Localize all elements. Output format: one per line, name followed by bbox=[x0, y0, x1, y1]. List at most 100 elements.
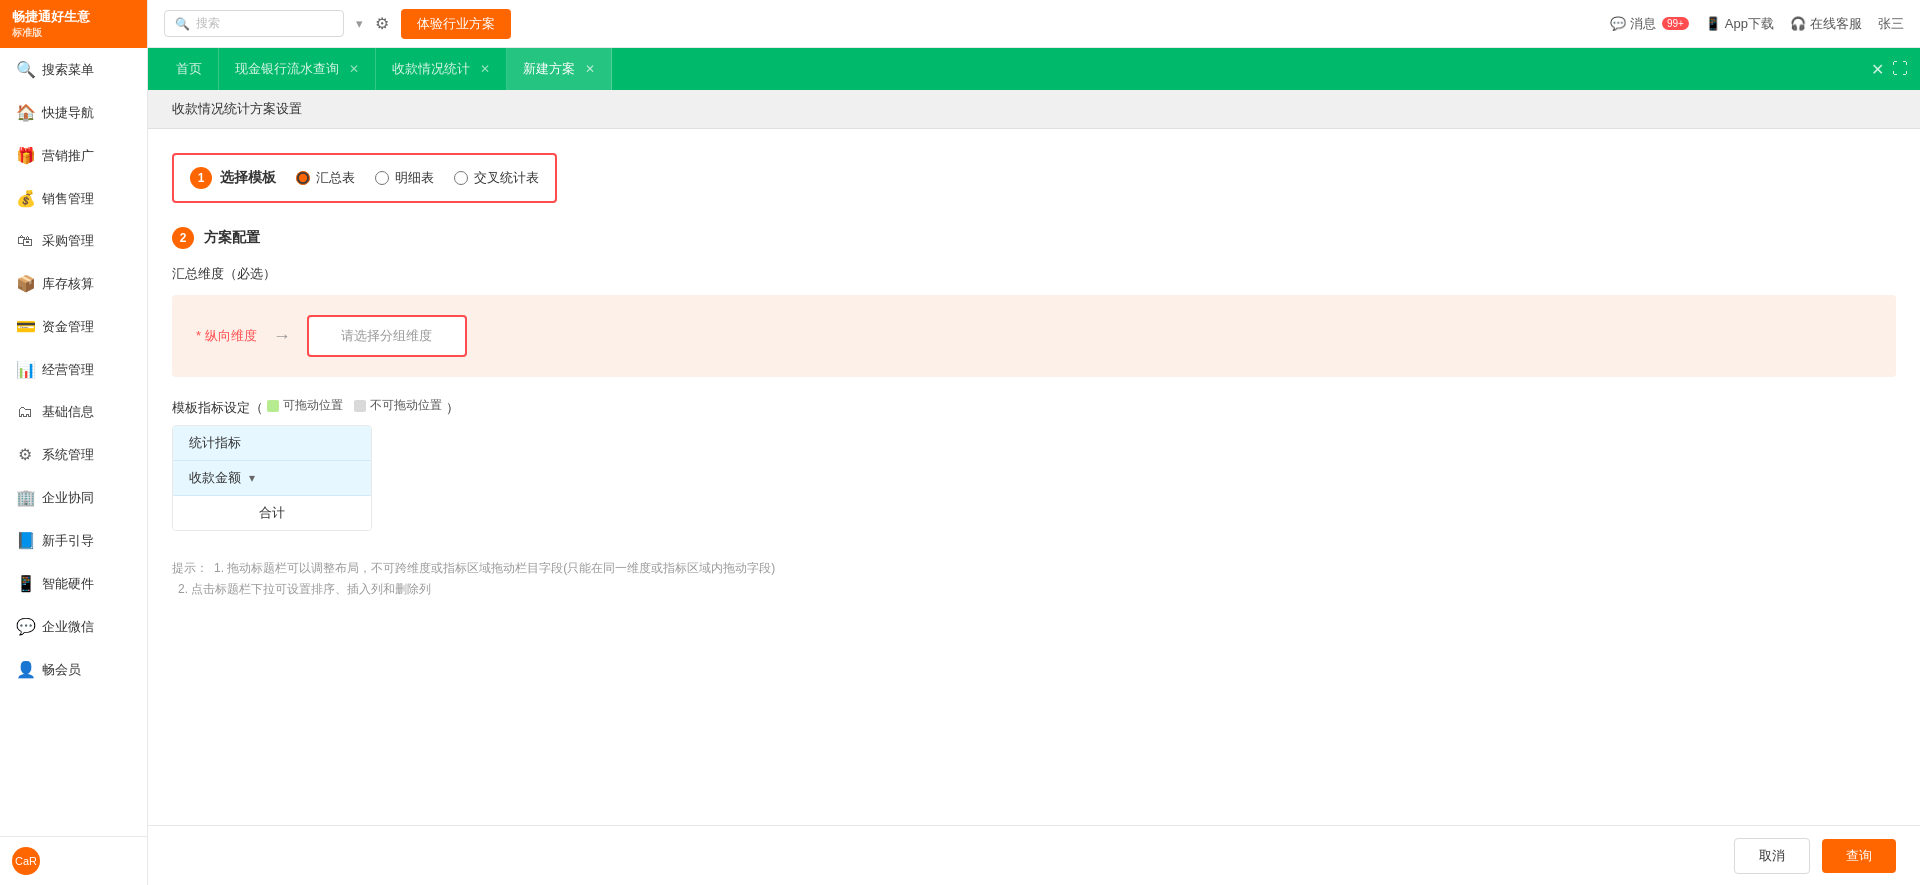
tab-cashflow[interactable]: 现金银行流水查询 ✕ bbox=[219, 48, 376, 90]
vertical-label: * 纵向维度 bbox=[196, 327, 257, 345]
download-button[interactable]: 📱 App下载 bbox=[1705, 15, 1774, 33]
radio-summary[interactable]: 汇总表 bbox=[296, 169, 355, 187]
user-name[interactable]: 张三 bbox=[1878, 15, 1904, 33]
message-button[interactable]: 💬 消息 99+ bbox=[1610, 15, 1689, 33]
tab-home[interactable]: 首页 bbox=[160, 48, 219, 90]
metrics-table-header: 统计指标 bbox=[173, 426, 371, 461]
sidebar-item-guide[interactable]: 📘 新手引导 bbox=[0, 519, 147, 562]
step1-header: 1 选择模板 汇总表 明细表 bbox=[172, 153, 1896, 203]
gear-icon[interactable]: ⚙ bbox=[375, 14, 389, 33]
tabbar: 首页 现金银行流水查询 ✕ 收款情况统计 ✕ 新建方案 ✕ ✕ ⛶ bbox=[148, 48, 1920, 90]
shopping-icon: 🛍 bbox=[16, 232, 34, 250]
stats-label: 统计指标 bbox=[189, 434, 241, 452]
trial-button[interactable]: 体验行业方案 bbox=[401, 9, 511, 39]
dimension-placeholder: 请选择分组维度 bbox=[341, 327, 432, 345]
movable-tag: 可拖动位置 bbox=[267, 397, 343, 414]
step1-num: 1 bbox=[190, 167, 212, 189]
tab-receipt-stat[interactable]: 收款情况统计 ✕ bbox=[376, 48, 507, 90]
search-placeholder: 搜索 bbox=[196, 15, 220, 32]
dimension-area: * 纵向维度 → 请选择分组维度 bbox=[172, 295, 1896, 377]
folder-icon: 🗂 bbox=[16, 403, 34, 421]
sidebar-item-sales[interactable]: 💰 销售管理 bbox=[0, 177, 147, 220]
sidebar-footer: CaR bbox=[0, 836, 147, 885]
user-icon: 👤 bbox=[16, 660, 34, 679]
chevron-down-icon: ▾ bbox=[356, 16, 363, 31]
step2-num: 2 bbox=[172, 227, 194, 249]
service-icon: 🎧 bbox=[1790, 16, 1806, 31]
metrics-total-row: 合计 bbox=[173, 496, 371, 530]
sidebar-item-basic-info[interactable]: 🗂 基础信息 bbox=[0, 391, 147, 433]
sidebar-item-search-menu[interactable]: 🔍 搜索菜单 bbox=[0, 48, 147, 91]
tips-section: 提示： 1. 拖动标题栏可以调整布局，不可跨维度或指标区域拖动栏目字段(只能在同… bbox=[172, 558, 1896, 601]
sidebar-item-purchase[interactable]: 🛍 采购管理 bbox=[0, 220, 147, 262]
avatar: CaR bbox=[12, 847, 40, 875]
radio-detail-input[interactable] bbox=[375, 171, 389, 185]
cancel-button[interactable]: 取消 bbox=[1734, 838, 1810, 874]
tips-text: 提示： 1. 拖动标题栏可以调整布局，不可跨维度或指标区域拖动栏目字段(只能在同… bbox=[172, 558, 1896, 601]
step1-section: 1 选择模板 汇总表 明细表 bbox=[172, 153, 1896, 203]
form-card: 1 选择模板 汇总表 明细表 bbox=[148, 129, 1920, 825]
sidebar-item-member[interactable]: 👤 畅会员 bbox=[0, 648, 147, 691]
search-box[interactable]: 🔍 搜索 bbox=[164, 10, 344, 37]
maximize-icon[interactable]: ⛶ bbox=[1892, 60, 1908, 78]
search-menu-icon: 🔍 bbox=[16, 60, 34, 79]
tip2: 2. 点击标题栏下拉可设置排序、插入列和删除列 bbox=[172, 579, 1896, 601]
home-icon: 🏠 bbox=[16, 103, 34, 122]
breadcrumb: 收款情况统计方案设置 bbox=[172, 101, 302, 116]
card-icon: 💳 bbox=[16, 317, 34, 336]
topbar: 🔍 搜索 ▾ ⚙ 体验行业方案 💬 消息 99+ 📱 App下载 🎧 在线客服 … bbox=[148, 0, 1920, 48]
sidebar-item-marketing[interactable]: 🎁 营销推广 bbox=[0, 134, 147, 177]
step2-title: 方案配置 bbox=[204, 229, 260, 247]
step2-header: 2 方案配置 bbox=[172, 227, 1896, 249]
sidebar-item-quick-nav[interactable]: 🏠 快捷导航 bbox=[0, 91, 147, 134]
tab-receipt-close[interactable]: ✕ bbox=[480, 62, 490, 76]
query-button[interactable]: 查询 bbox=[1822, 839, 1896, 873]
service-button[interactable]: 🎧 在线客服 bbox=[1790, 15, 1862, 33]
building-icon: 🏢 bbox=[16, 488, 34, 507]
metrics-table: 统计指标 收款金额 ▾ 合计 bbox=[172, 425, 372, 531]
template-radio-group: 汇总表 明细表 交叉统计表 bbox=[296, 169, 539, 187]
config-section: 汇总维度（必选） * 纵向维度 → 请选择分组维度 模板指标设定（ bbox=[172, 265, 1896, 601]
tab-cashflow-close[interactable]: ✕ bbox=[349, 62, 359, 76]
metrics-column-label: 收款金额 bbox=[189, 469, 241, 487]
chat-icon: 💬 bbox=[16, 617, 34, 636]
phone-icon: 📱 bbox=[16, 574, 34, 593]
tabbar-actions: ✕ ⛶ bbox=[1871, 60, 1908, 79]
main: 🔍 搜索 ▾ ⚙ 体验行业方案 💬 消息 99+ 📱 App下载 🎧 在线客服 … bbox=[148, 0, 1920, 885]
step2-section: 2 方案配置 汇总维度（必选） * 纵向维度 → 请选择分组维度 bbox=[172, 227, 1896, 601]
sidebar-item-weixin[interactable]: 💬 企业微信 bbox=[0, 605, 147, 648]
message-icon: 💬 bbox=[1610, 16, 1626, 31]
logo: 畅捷通好生意 标准版 bbox=[0, 0, 147, 48]
sidebar-item-system[interactable]: ⚙ 系统管理 bbox=[0, 433, 147, 476]
radio-detail[interactable]: 明细表 bbox=[375, 169, 434, 187]
radio-cross-input[interactable] bbox=[454, 171, 468, 185]
tip1: 提示： 1. 拖动标题栏可以调整布局，不可跨维度或指标区域拖动栏目字段(只能在同… bbox=[172, 558, 1896, 580]
close-window-icon[interactable]: ✕ bbox=[1871, 60, 1884, 79]
metrics-section: 模板指标设定（ 可拖动位置 不可拖动位置 ） bbox=[172, 397, 1896, 534]
sidebar-item-enterprise[interactable]: 🏢 企业协同 bbox=[0, 476, 147, 519]
sidebar-item-inventory[interactable]: 📦 库存核算 bbox=[0, 262, 147, 305]
content: 收款情况统计方案设置 1 选择模板 汇总表 bbox=[148, 90, 1920, 825]
box-icon: 📦 bbox=[16, 274, 34, 293]
money-icon: 💰 bbox=[16, 189, 34, 208]
tip1-num: 提示： bbox=[172, 558, 208, 580]
radio-cross[interactable]: 交叉统计表 bbox=[454, 169, 539, 187]
template-box: 1 选择模板 汇总表 明细表 bbox=[172, 153, 557, 203]
metrics-title: 模板指标设定（ 可拖动位置 不可拖动位置 ） bbox=[172, 397, 459, 417]
bottom-bar: 取消 查询 bbox=[148, 825, 1920, 885]
metrics-column-header[interactable]: 收款金额 ▾ bbox=[173, 461, 371, 496]
sidebar: 畅捷通好生意 标准版 🔍 搜索菜单 🏠 快捷导航 🎁 营销推广 💰 销售管理 🛍… bbox=[0, 0, 148, 885]
dimension-select[interactable]: 请选择分组维度 bbox=[307, 315, 467, 357]
logo-text: 畅捷通好生意 标准版 bbox=[12, 8, 90, 40]
sidebar-item-management[interactable]: 📊 经营管理 bbox=[0, 348, 147, 391]
page-header: 收款情况统计方案设置 bbox=[148, 90, 1920, 129]
tab-new-plan[interactable]: 新建方案 ✕ bbox=[507, 48, 612, 90]
settings-icon: ⚙ bbox=[16, 445, 34, 464]
sidebar-item-capital[interactable]: 💳 资金管理 bbox=[0, 305, 147, 348]
message-badge: 99+ bbox=[1662, 17, 1689, 30]
radio-summary-input[interactable] bbox=[296, 171, 310, 185]
step1-title: 选择模板 bbox=[220, 169, 276, 187]
chevron-down-icon: ▾ bbox=[249, 471, 255, 485]
tab-new-plan-close[interactable]: ✕ bbox=[585, 62, 595, 76]
sidebar-item-hardware[interactable]: 📱 智能硬件 bbox=[0, 562, 147, 605]
